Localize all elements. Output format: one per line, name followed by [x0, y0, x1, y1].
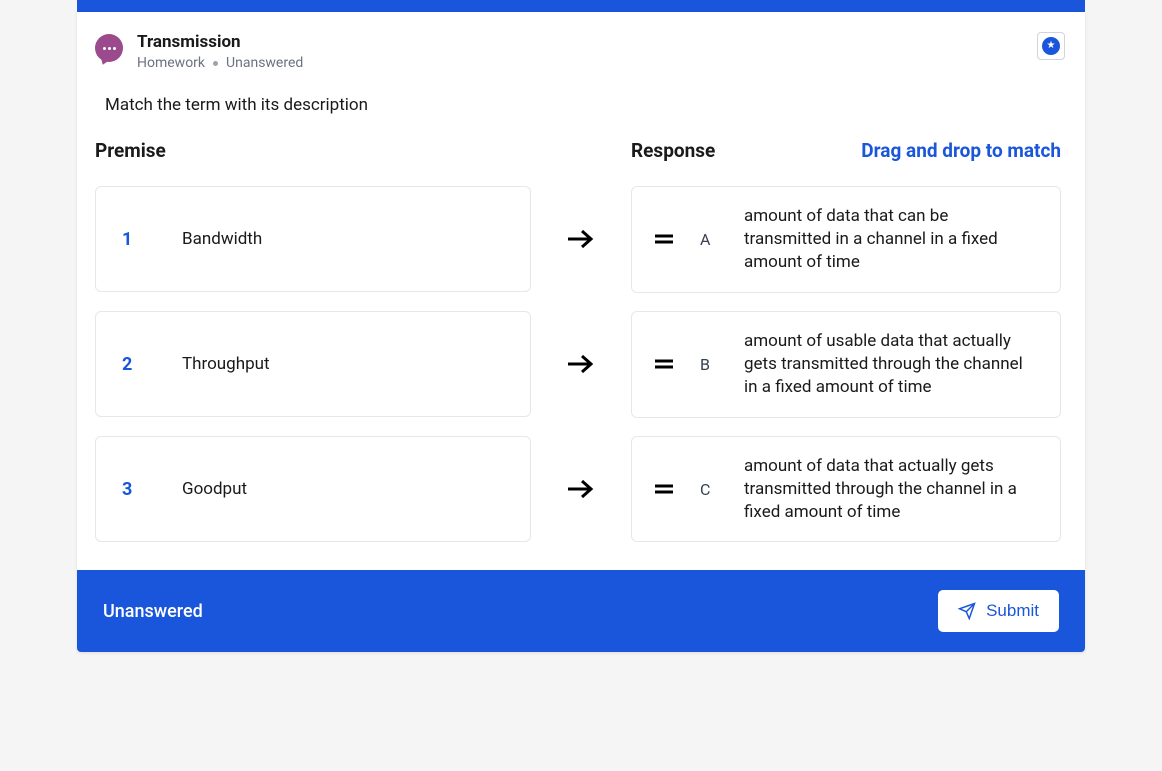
premise-number: 3: [122, 479, 144, 500]
premise-term: Goodput: [182, 479, 247, 499]
footer-status: Unanswered: [103, 601, 203, 622]
title-group: Transmission Homework Unanswered: [137, 32, 1061, 71]
premise-term: Throughput: [182, 354, 270, 374]
premise-heading: Premise: [95, 139, 543, 162]
response-card[interactable]: B amount of usable data that actually ge…: [631, 311, 1061, 418]
match-row: 2 Throughput B amount of usable data tha…: [95, 311, 1061, 418]
response-letter: C: [700, 480, 718, 499]
arrow-icon: [531, 477, 631, 501]
drag-handle-icon[interactable]: [654, 233, 674, 245]
response-card[interactable]: C amount of data that actually gets tran…: [631, 436, 1061, 543]
arrow-icon: [531, 352, 631, 376]
premise-card: 2 Throughput: [95, 311, 531, 417]
response-description: amount of data that actually gets transm…: [744, 455, 1038, 524]
response-card[interactable]: A amount of data that can be transmitted…: [631, 186, 1061, 293]
question-subtitle: Homework Unanswered: [137, 55, 1061, 71]
discussion-icon: [95, 34, 123, 62]
match-rows: 1 Bandwidth A amount of data that can be…: [77, 186, 1085, 570]
arrow-icon: [531, 227, 631, 251]
card-header: Transmission Homework Unanswered ★: [77, 12, 1085, 79]
response-letter: A: [700, 230, 718, 249]
star-button[interactable]: ★: [1037, 32, 1065, 60]
question-text: Match the term with its description: [77, 79, 1085, 139]
columns-header: Premise Response Drag and drop to match: [77, 139, 1085, 162]
match-row: 3 Goodput C amount of data that actually…: [95, 436, 1061, 543]
response-heading: Response: [631, 139, 715, 162]
drag-handle-icon[interactable]: [654, 483, 674, 495]
premise-term: Bandwidth: [182, 229, 262, 249]
category-label: Homework: [137, 55, 205, 71]
response-letter: B: [700, 355, 718, 374]
star-icon: ★: [1047, 41, 1056, 51]
submit-button[interactable]: Submit: [938, 590, 1059, 632]
drag-handle-icon[interactable]: [654, 358, 674, 370]
premise-card: 1 Bandwidth: [95, 186, 531, 292]
status-label: Unanswered: [226, 55, 303, 71]
response-description: amount of usable data that actually gets…: [744, 330, 1038, 399]
send-icon: [958, 602, 976, 620]
premise-number: 1: [122, 229, 144, 250]
separator-dot: [213, 61, 218, 66]
submit-label: Submit: [986, 601, 1039, 621]
card-footer: Unanswered Submit: [77, 570, 1085, 652]
premise-card: 3 Goodput: [95, 436, 531, 542]
question-title: Transmission: [137, 32, 1061, 52]
question-card: Transmission Homework Unanswered ★ Match…: [77, 12, 1085, 652]
match-row: 1 Bandwidth A amount of data that can be…: [95, 186, 1061, 293]
drag-hint: Drag and drop to match: [861, 139, 1061, 162]
response-description: amount of data that can be transmitted i…: [744, 205, 1038, 274]
top-bar: [77, 0, 1085, 12]
premise-number: 2: [122, 354, 144, 375]
